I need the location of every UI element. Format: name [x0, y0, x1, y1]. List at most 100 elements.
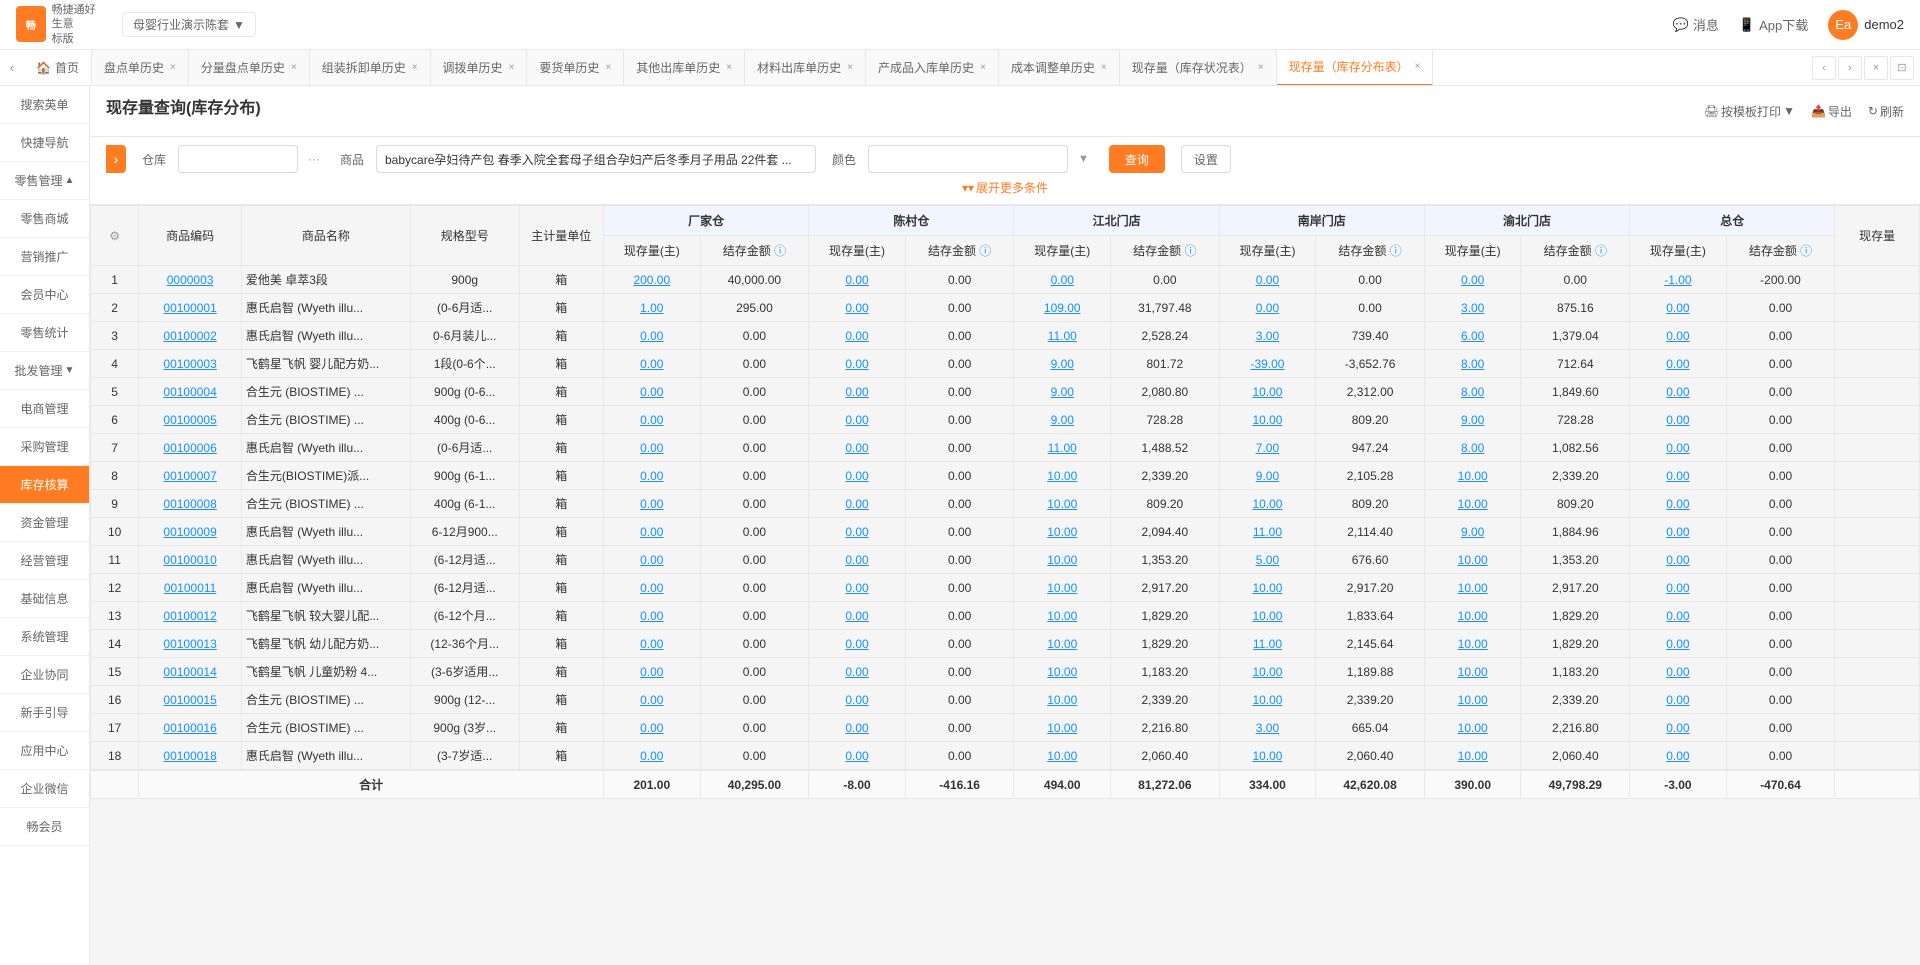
- sidebar-item-purchase[interactable]: 采购管理: [0, 428, 89, 466]
- query-btn[interactable]: 查询: [1109, 145, 1165, 173]
- tab-diaob[interactable]: 调拨单历史 ×: [431, 50, 528, 86]
- tab-close-yaohuo[interactable]: ×: [605, 62, 611, 73]
- sidebar-item-search[interactable]: 搜索英单: [0, 86, 89, 124]
- print-btn[interactable]: 🖨 按模板打印 ▼: [1704, 103, 1795, 120]
- cell-yubeimen-balance: 1,082.56: [1521, 434, 1630, 462]
- tab-cailiao[interactable]: 材料出库单历史 ×: [745, 50, 866, 86]
- app-download-btn[interactable]: 📱 App下载: [1739, 15, 1808, 34]
- tab-expand-action[interactable]: ⊡: [1890, 56, 1914, 80]
- cell-factory-stock: 0.00: [604, 322, 701, 350]
- cell-no: 6: [91, 406, 139, 434]
- cell-village-balance: 0.00: [905, 350, 1014, 378]
- cell-total-stock: 0.00: [1630, 378, 1727, 406]
- top-actions: 💬 消息 📱 App下载 Ea demo2: [1673, 10, 1904, 40]
- cell-factory-balance: 0.00: [700, 462, 809, 490]
- tab-pandian[interactable]: 盘点单历史 ×: [92, 50, 189, 86]
- sidebar-item-store[interactable]: 零售商城: [0, 200, 89, 238]
- th-spec: 规格型号: [410, 206, 519, 266]
- expand-more-btn[interactable]: ▾▾ 展开更多条件: [962, 179, 1048, 196]
- tab-close-zuzhuang[interactable]: ×: [412, 62, 418, 73]
- sidebar-item-nav[interactable]: 快捷导航: [0, 124, 89, 162]
- sidebar-item-wholesale[interactable]: 批发管理 ▼: [0, 352, 89, 390]
- warehouse-input[interactable]: [178, 145, 298, 173]
- cell-village-stock: 0.00: [809, 602, 906, 630]
- cell-nanan-balance: 676.60: [1316, 546, 1425, 574]
- tab-close-qita[interactable]: ×: [726, 62, 732, 73]
- th-settings[interactable]: ⚙: [91, 206, 139, 266]
- warehouse-dots-btn[interactable]: ···: [304, 152, 324, 166]
- cell-jiangbei-stock: 10.00: [1014, 630, 1111, 658]
- tab-prev-action[interactable]: ‹: [1812, 56, 1836, 80]
- message-btn[interactable]: 💬 消息: [1673, 15, 1719, 34]
- tab-close-xiancun-dist[interactable]: ×: [1415, 61, 1421, 72]
- sidebar-item-retail[interactable]: 零售管理 ▲: [0, 162, 89, 200]
- cell-jiangbei-balance: 1,829.20: [1111, 602, 1220, 630]
- tab-prev-btn[interactable]: ‹: [0, 50, 24, 86]
- cell-current-extra: [1835, 686, 1920, 714]
- tab-yaohuo[interactable]: 要货单历史 ×: [527, 50, 624, 86]
- tab-close-cailiao[interactable]: ×: [847, 62, 853, 73]
- tab-close-chengpin[interactable]: ×: [980, 62, 986, 73]
- table-scroll[interactable]: ⚙ 商品编码 商品名称 规格型号 主计量单位 厂家仓 陈村仓 江北门店 南岸门店…: [90, 205, 1920, 965]
- goods-input[interactable]: [376, 145, 816, 173]
- tab-chengpin[interactable]: 产成品入库单历史 ×: [866, 50, 999, 86]
- tab-zuzhuang[interactable]: 组装拆卸单历史 ×: [310, 50, 431, 86]
- cell-nanan-balance: 2,105.28: [1316, 462, 1425, 490]
- cell-factory-balance: 0.00: [700, 546, 809, 574]
- sidebar-item-wecom[interactable]: 企业微信: [0, 770, 89, 808]
- cell-total-balance: 0.00: [1726, 742, 1835, 771]
- tab-close-all[interactable]: ×: [1864, 56, 1888, 80]
- sidebar-item-ecom[interactable]: 电商管理: [0, 390, 89, 428]
- cell-jiangbei-stock: 9.00: [1014, 406, 1111, 434]
- tab-close-fenliang[interactable]: ×: [291, 62, 297, 73]
- cell-nanan-stock: 3.00: [1219, 714, 1316, 742]
- th-group-village: 陈村仓: [809, 206, 1014, 236]
- user-menu[interactable]: Ea demo2: [1828, 10, 1904, 40]
- sidebar-item-members[interactable]: 畅会员: [0, 808, 89, 846]
- sidebar-item-marketing[interactable]: 营销推广: [0, 238, 89, 276]
- color-input[interactable]: [868, 145, 1068, 173]
- cell-code: 00100002: [139, 322, 242, 350]
- tab-close-diaob[interactable]: ×: [509, 62, 515, 73]
- sidebar-item-system[interactable]: 系统管理: [0, 618, 89, 656]
- tab-qita[interactable]: 其他出库单历史 ×: [624, 50, 745, 86]
- sidebar-item-basics[interactable]: 基础信息: [0, 580, 89, 618]
- tab-xiancun-status[interactable]: 现存量（库存状况表） ×: [1120, 50, 1277, 86]
- settings-btn[interactable]: 设置: [1181, 145, 1231, 173]
- cell-yubeimen-stock: 10.00: [1424, 602, 1521, 630]
- cell-unit: 箱: [519, 294, 604, 322]
- tab-chengben[interactable]: 成本调整单历史 ×: [999, 50, 1120, 86]
- sidebar-item-finance[interactable]: 资金管理: [0, 504, 89, 542]
- export-btn[interactable]: 📤 导出: [1811, 103, 1852, 120]
- expand-sidebar-btn[interactable]: ›: [106, 145, 126, 173]
- tab-xiancun-dist[interactable]: 现存量（库存分布表） ×: [1277, 50, 1434, 86]
- cell-unit: 箱: [519, 490, 604, 518]
- tab-close-pandian[interactable]: ×: [170, 62, 176, 73]
- retail-arrow-icon: ▲: [65, 175, 75, 186]
- tab-next-action[interactable]: ›: [1838, 56, 1862, 80]
- industry-selector[interactable]: 母婴行业演示陈套 ▼: [122, 12, 256, 37]
- sidebar-item-inventory[interactable]: 库存核算: [0, 466, 89, 504]
- cell-no: 14: [91, 630, 139, 658]
- tab-home[interactable]: 🏠 首页: [24, 50, 92, 86]
- color-dropdown-btn[interactable]: ▼: [1074, 153, 1093, 165]
- sidebar-item-collab[interactable]: 企业协同: [0, 656, 89, 694]
- table-row: 3 00100002 惠氏启智 (Wyeth illu... 0-6月装儿...…: [91, 322, 1920, 350]
- sidebar-item-operation[interactable]: 经营管理: [0, 542, 89, 580]
- sidebar-item-retail-stats[interactable]: 零售统计: [0, 314, 89, 352]
- cell-village-balance: 0.00: [905, 434, 1014, 462]
- sidebar-item-apps[interactable]: 应用中心: [0, 732, 89, 770]
- table-row: 16 00100015 合生元 (BIOSTIME) ... 900g (12-…: [91, 686, 1920, 714]
- cell-village-stock: 0.00: [809, 294, 906, 322]
- sidebar-item-member[interactable]: 会员中心: [0, 276, 89, 314]
- tab-close-chengben[interactable]: ×: [1101, 62, 1107, 73]
- cell-name: 合生元 (BIOSTIME) ...: [241, 378, 410, 406]
- tab-close-xiancun-status[interactable]: ×: [1258, 62, 1264, 73]
- cell-yubeimen-balance: 0.00: [1521, 266, 1630, 294]
- sidebar-item-guide[interactable]: 新手引导: [0, 694, 89, 732]
- cell-total-stock: 0.00: [1630, 686, 1727, 714]
- refresh-btn[interactable]: ↻ 刷新: [1868, 103, 1904, 120]
- cell-name: 惠氏启智 (Wyeth illu...: [241, 546, 410, 574]
- cell-nanan-stock: 10.00: [1219, 742, 1316, 771]
- tab-fenliang[interactable]: 分量盘点单历史 ×: [189, 50, 310, 86]
